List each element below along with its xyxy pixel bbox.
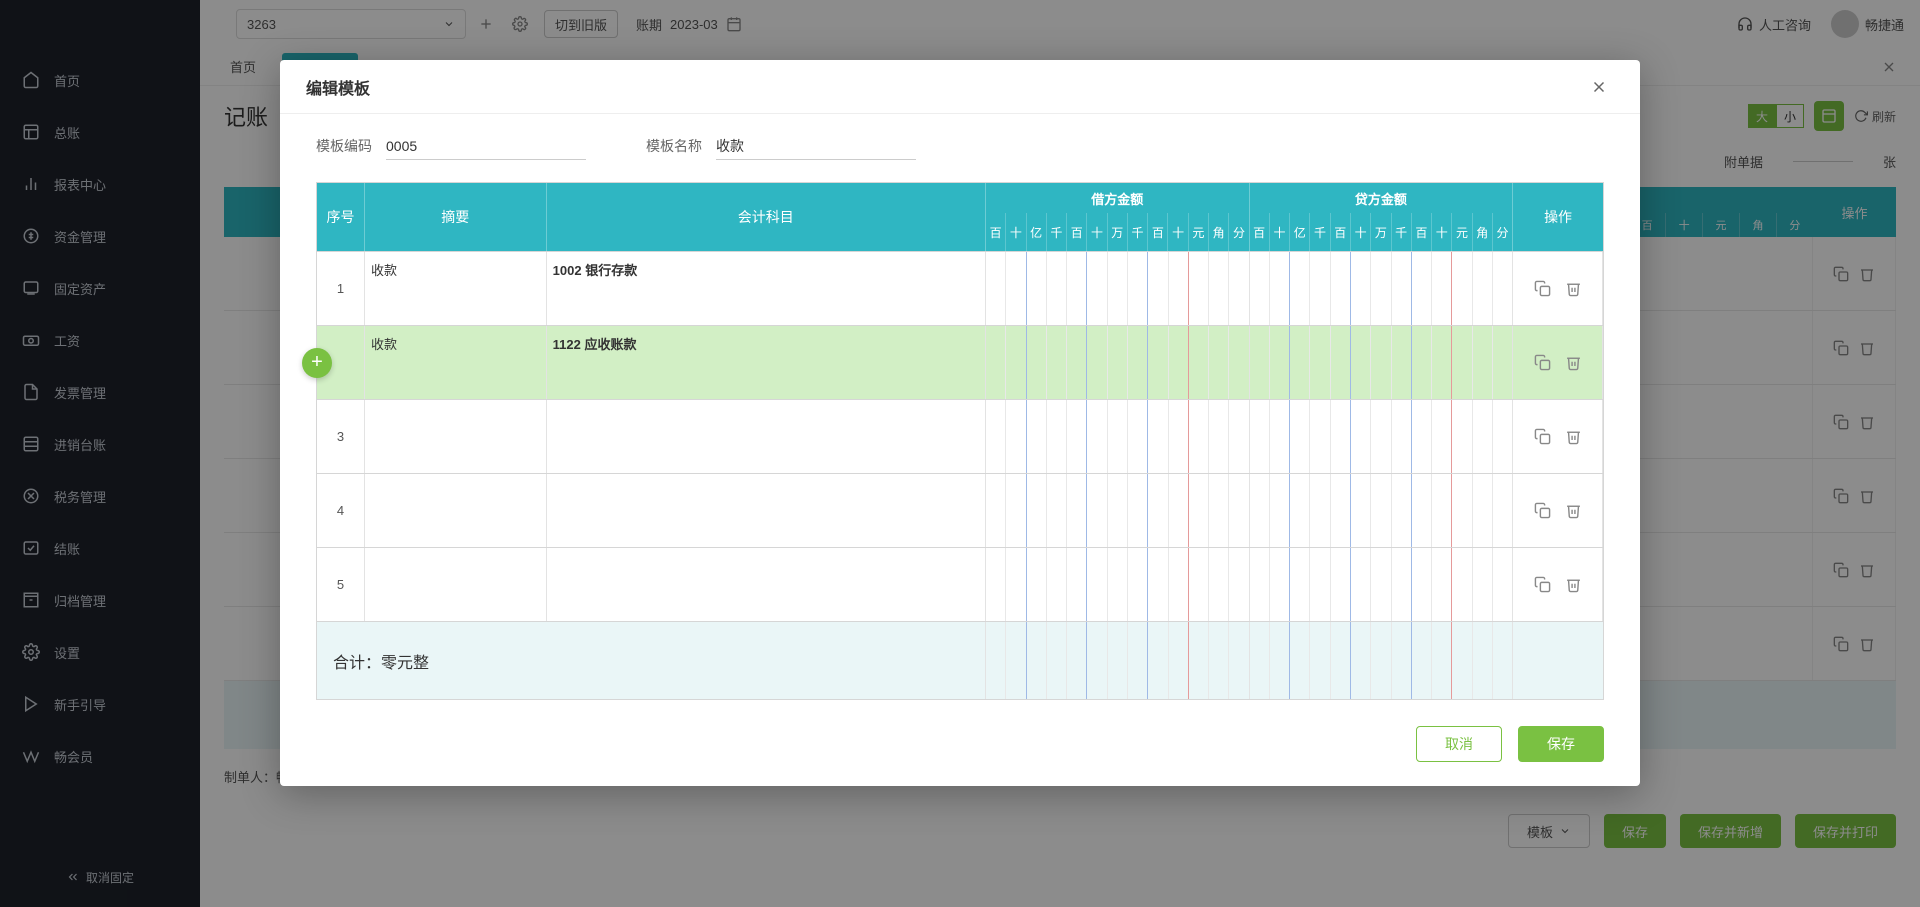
row-debit[interactable] [986, 252, 1250, 325]
table-row[interactable]: +1收款1002 银行存款 [317, 251, 1603, 325]
row-credit[interactable] [1250, 326, 1514, 399]
template-name-input[interactable] [716, 132, 916, 160]
table-row[interactable]: +5 [317, 547, 1603, 621]
row-credit[interactable] [1250, 474, 1514, 547]
trash-icon[interactable] [1565, 280, 1582, 297]
modal-title: 编辑模板 [306, 75, 370, 99]
row-seq: 5 [317, 548, 365, 621]
trash-icon[interactable] [1565, 576, 1582, 593]
table-row[interactable]: +4 [317, 473, 1603, 547]
row-ops [1513, 252, 1603, 325]
row-summary[interactable]: 收款 [365, 252, 547, 325]
row-debit[interactable] [986, 548, 1250, 621]
row-summary[interactable] [365, 400, 547, 473]
row-account[interactable] [547, 474, 986, 547]
trash-icon[interactable] [1565, 502, 1582, 519]
add-row-button[interactable]: + [302, 348, 332, 378]
table-row[interactable]: +3 [317, 399, 1603, 473]
modal-close-button[interactable] [1584, 72, 1614, 102]
row-credit[interactable] [1250, 548, 1514, 621]
copy-icon[interactable] [1534, 502, 1551, 519]
trash-icon[interactable] [1565, 354, 1582, 371]
template-code-label: 模板编码 [316, 136, 372, 156]
row-account[interactable]: 1002 银行存款 [547, 252, 986, 325]
col-account: 会计科目 [547, 183, 986, 251]
col-ops: 操作 [1513, 183, 1603, 251]
row-ops [1513, 548, 1603, 621]
col-debit: 借方金额 [986, 183, 1249, 213]
row-credit[interactable] [1250, 252, 1514, 325]
copy-icon[interactable] [1534, 428, 1551, 445]
row-debit[interactable] [986, 326, 1250, 399]
total-label: 合计：零元整 [317, 622, 986, 699]
row-seq: 3 [317, 400, 365, 473]
cancel-button[interactable]: 取消 [1416, 726, 1502, 762]
row-account[interactable] [547, 400, 986, 473]
copy-icon[interactable] [1534, 354, 1551, 371]
close-icon [1590, 78, 1608, 96]
row-account[interactable]: 1122 应收账款 [547, 326, 986, 399]
template-table: 序号 摘要 会计科目 借方金额 百十亿千百十万千百十元角分 贷方金额 百十亿千百… [316, 182, 1604, 700]
row-seq: 1 [317, 252, 365, 325]
col-credit: 贷方金额 [1250, 183, 1513, 213]
row-debit[interactable] [986, 474, 1250, 547]
template-name-label: 模板名称 [646, 136, 702, 156]
row-account[interactable] [547, 548, 986, 621]
row-debit[interactable] [986, 400, 1250, 473]
row-ops [1513, 474, 1603, 547]
edit-template-modal: 编辑模板 模板编码 模板名称 序号 摘要 会计科目 [280, 60, 1640, 786]
col-summary: 摘要 [365, 183, 547, 251]
copy-icon[interactable] [1534, 280, 1551, 297]
save-button[interactable]: 保存 [1518, 726, 1604, 762]
row-ops [1513, 400, 1603, 473]
row-seq: 4 [317, 474, 365, 547]
row-ops [1513, 326, 1603, 399]
row-summary[interactable] [365, 548, 547, 621]
template-code-input[interactable] [386, 132, 586, 160]
row-summary[interactable] [365, 474, 547, 547]
col-seq: 序号 [317, 183, 365, 251]
trash-icon[interactable] [1565, 428, 1582, 445]
table-row[interactable]: +收款1122 应收账款 [317, 325, 1603, 399]
row-credit[interactable] [1250, 400, 1514, 473]
copy-icon[interactable] [1534, 576, 1551, 593]
row-summary[interactable]: 收款 [365, 326, 547, 399]
